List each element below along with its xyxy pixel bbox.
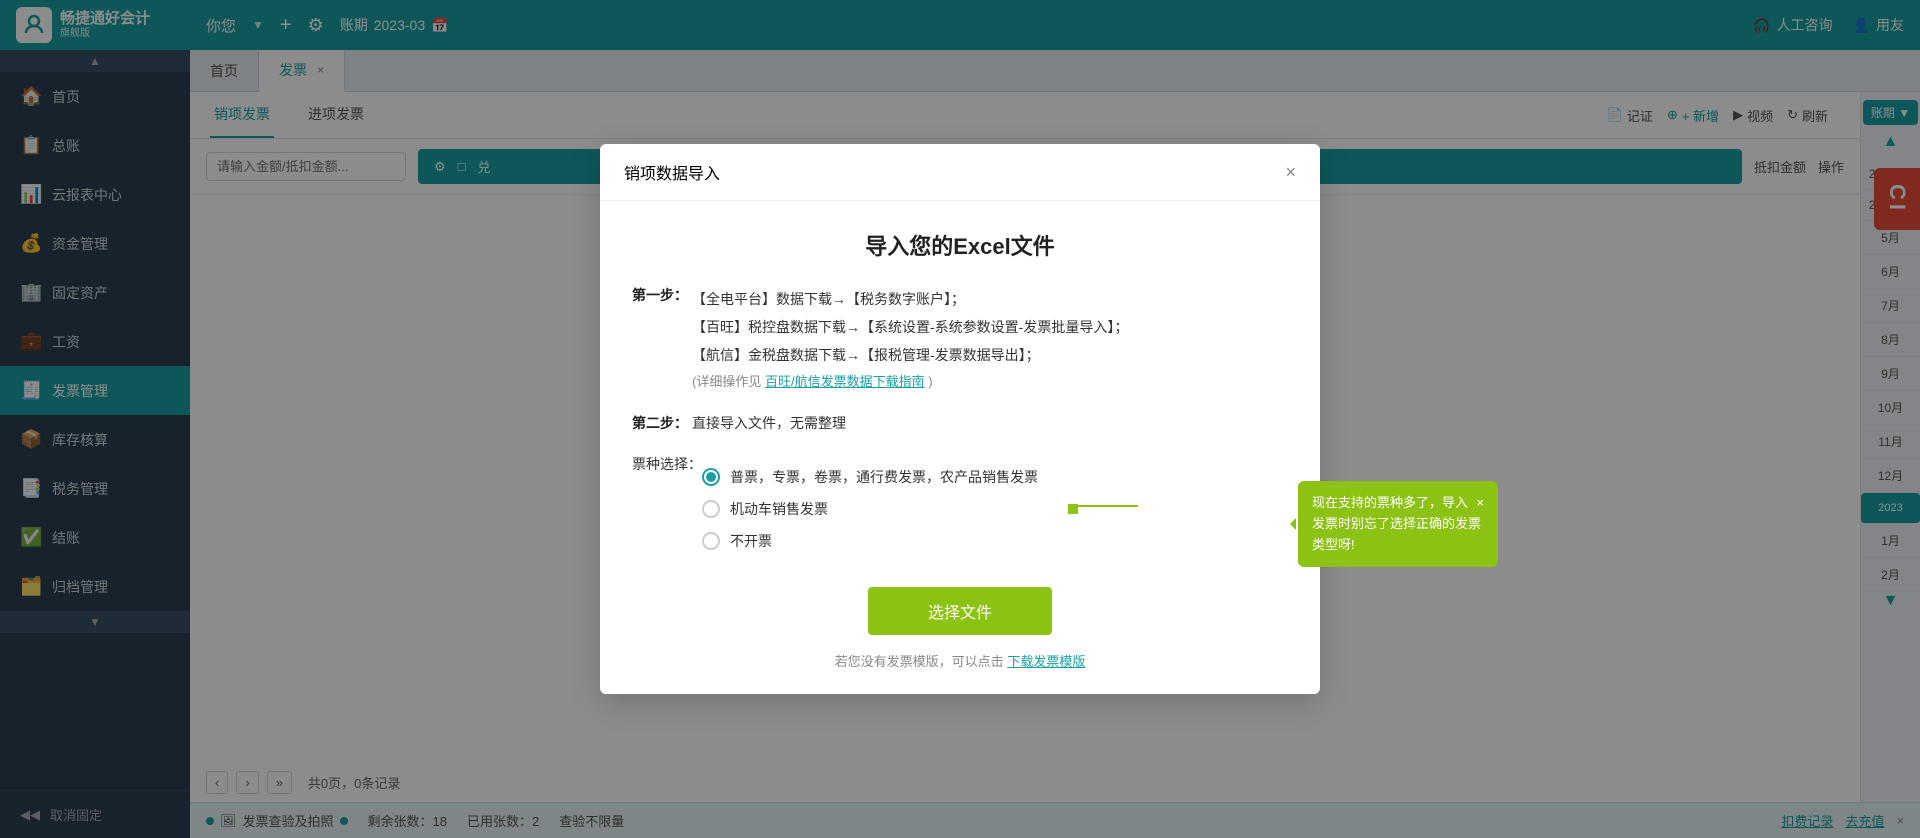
- modal-footer: 若您没有发票模版，可以点击 下载发票模版: [632, 651, 1288, 670]
- import-modal: 销项数据导入 × 导入您的Excel文件 第一步： 【全电平台】数据下载→【税务…: [600, 144, 1320, 694]
- radio-circle-3: [702, 532, 720, 550]
- download-template-link[interactable]: 下载发票模版: [1007, 654, 1085, 669]
- select-file-row: 选择文件: [632, 587, 1288, 635]
- modal-title-label: 销项数据导入: [624, 160, 720, 184]
- step1-line2: 【百旺】税控盘数据下载→【系统设置-系统参数设置-发票批量导入】；: [692, 313, 1128, 341]
- tooltip-connector-dot: [1068, 501, 1078, 517]
- modal-overlay: 销项数据导入 × 导入您的Excel文件 第一步： 【全电平台】数据下载→【税务…: [0, 0, 1920, 838]
- radio-dot-1: [706, 472, 716, 482]
- radio-label-2: 机动车销售发票: [730, 499, 828, 519]
- step1-label: 第一步：: [632, 285, 692, 305]
- step2-section: 第二步： 直接导入文件，无需整理: [632, 413, 1288, 433]
- radio-label-3: 不开票: [730, 531, 772, 551]
- tooltip-close-button[interactable]: ×: [1476, 493, 1484, 514]
- modal-main-title: 导入您的Excel文件: [632, 229, 1288, 261]
- step2-label: 第二步：: [632, 413, 692, 433]
- modal-header: 销项数据导入 ×: [600, 144, 1320, 201]
- tooltip-box: × 现在支持的票种多了，导入发票时别忘了选择正确的发票类型呀!: [1298, 481, 1498, 567]
- step1-content: 【全电平台】数据下载→【税务数字账户】； 【百旺】税控盘数据下载→【系统设置-系…: [692, 285, 1128, 395]
- step1-link-row: (详细操作见 百旺/航信发票数据下载指南 ): [692, 369, 1128, 395]
- radio-label-1: 普票，专票，卷票，通行费发票，农产品销售发票: [730, 467, 1038, 487]
- radio-label: 票种选择：: [632, 451, 702, 474]
- step1-line1: 【全电平台】数据下载→【税务数字账户】；: [692, 285, 1128, 313]
- step1-line3: 【航信】金税盘数据下载→【报税管理-发票数据导出】；: [692, 341, 1128, 369]
- download-guide-link[interactable]: 百旺/航信发票数据下载指南: [765, 374, 925, 389]
- step1-link-suffix: ): [928, 374, 932, 389]
- radio-option-3[interactable]: 不开票: [702, 531, 1038, 551]
- modal-close-button[interactable]: ×: [1285, 162, 1296, 183]
- radio-circle-1: [702, 468, 720, 486]
- radio-option-2[interactable]: 机动车销售发票: [702, 499, 1038, 519]
- radio-section: 票种选择： 普票，专票，卷票，通行费发票，农产品销售发票 机动车销售: [632, 451, 1288, 567]
- select-file-button[interactable]: 选择文件: [868, 587, 1052, 635]
- radio-circle-2: [702, 500, 720, 518]
- step1-section: 第一步： 【全电平台】数据下载→【税务数字账户】； 【百旺】税控盘数据下载→【系…: [632, 285, 1288, 395]
- ticket-type-group: 普票，专票，卷票，通行费发票，农产品销售发票 机动车销售发票: [702, 467, 1038, 551]
- step2-text: 直接导入文件，无需整理: [692, 413, 846, 433]
- tooltip-text: 现在支持的票种多了，导入发票时别忘了选择正确的发票类型呀!: [1312, 495, 1481, 552]
- radio-option-1[interactable]: 普票，专票，卷票，通行费发票，农产品销售发票: [702, 467, 1038, 487]
- step1-link-prefix: (详细操作见: [692, 374, 761, 389]
- modal-body: 导入您的Excel文件 第一步： 【全电平台】数据下载→【税务数字账户】； 【百…: [600, 201, 1320, 694]
- footer-text: 若您没有发票模版，可以点击: [835, 654, 1004, 669]
